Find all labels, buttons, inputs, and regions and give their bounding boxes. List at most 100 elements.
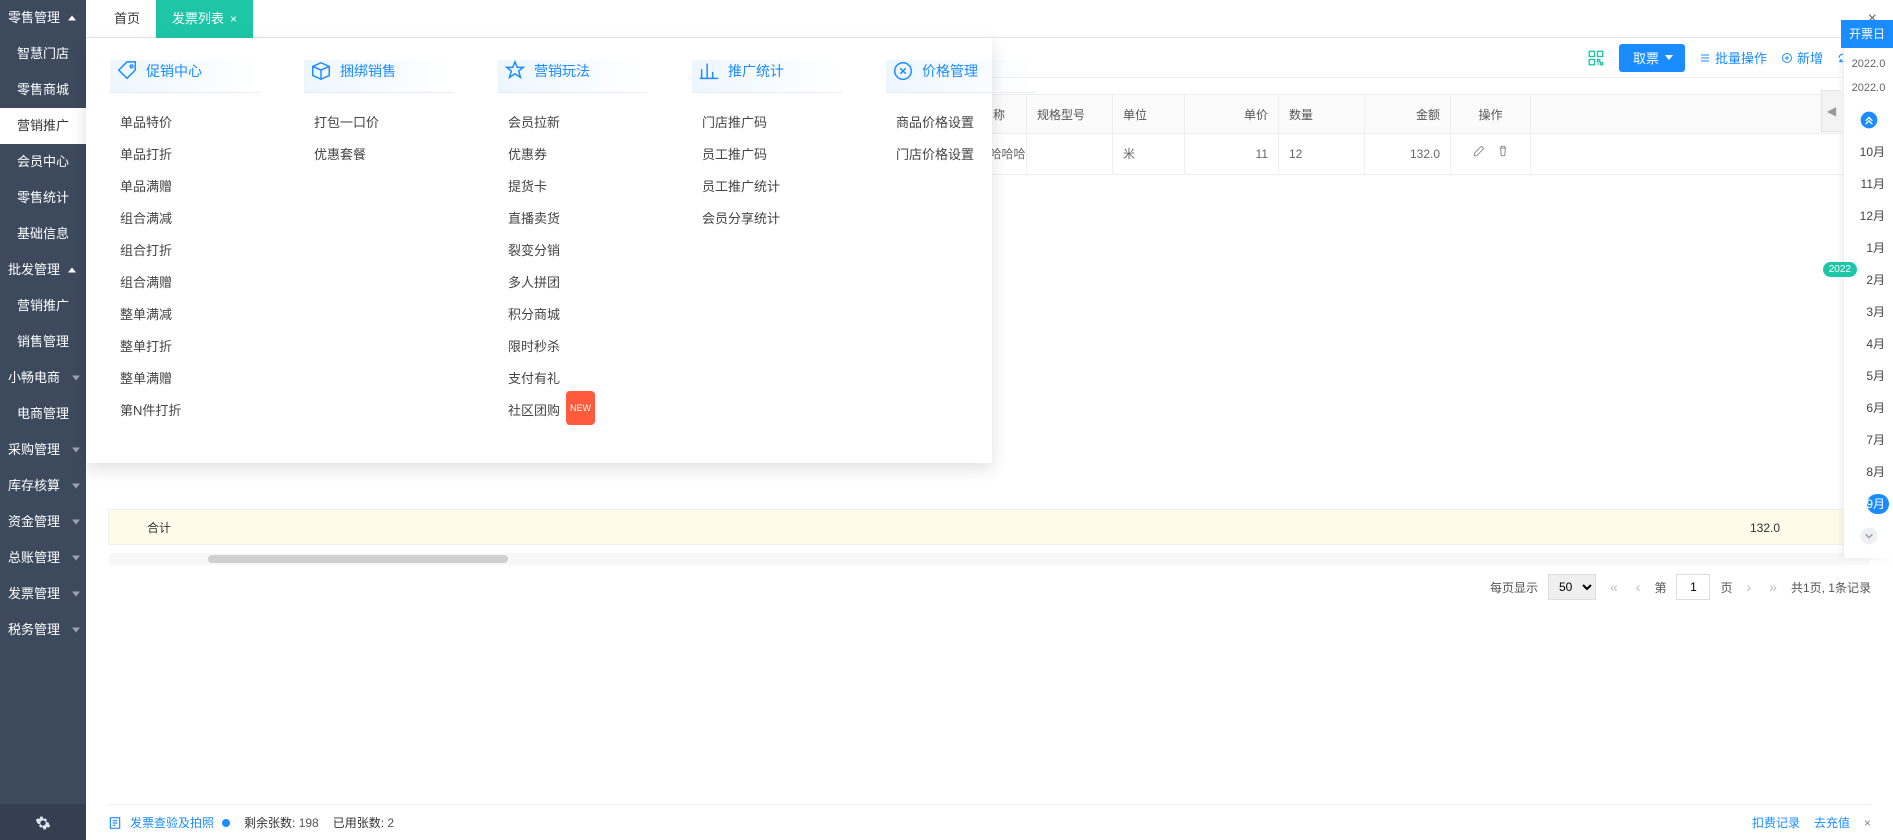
- add-link[interactable]: 新增: [1781, 48, 1823, 67]
- sidebar-section-ecomm[interactable]: 小畅电商: [0, 360, 86, 396]
- year-badge: 2022: [1823, 262, 1857, 277]
- caret-down-icon: [72, 484, 80, 489]
- cell-price: 11: [1185, 134, 1279, 174]
- mm-item[interactable]: 员工推广码: [692, 139, 842, 171]
- col-operate[interactable]: 操作: [1451, 95, 1531, 133]
- mm-item[interactable]: 裂变分销: [498, 235, 648, 267]
- mm-item[interactable]: 直播卖货: [498, 203, 648, 235]
- mm-item[interactable]: 门店价格设置: [886, 139, 1036, 171]
- sidebar-item-retail-stats[interactable]: 零售统计: [0, 180, 86, 216]
- scroll-up-icon[interactable]: [1844, 104, 1893, 136]
- col-spec[interactable]: 规格型号: [1027, 95, 1113, 133]
- sidebar-item-sales-mgmt[interactable]: 销售管理: [0, 324, 86, 360]
- month-item-active[interactable]: 9月: [1844, 488, 1893, 520]
- mm-item[interactable]: 单品满赠: [110, 171, 260, 203]
- sidebar-section-invoice[interactable]: 发票管理: [0, 576, 86, 612]
- open-invoice-date-btn[interactable]: 开票日: [1841, 20, 1893, 48]
- col-qty[interactable]: 数量: [1279, 95, 1365, 133]
- horizontal-scrollbar[interactable]: [108, 553, 1871, 565]
- tab-home[interactable]: 首页: [98, 0, 156, 38]
- sidebar-section-funds[interactable]: 资金管理: [0, 504, 86, 540]
- cell-unit: 米: [1113, 134, 1185, 174]
- mm-item[interactable]: 员工推广统计: [692, 171, 842, 203]
- qr-icon[interactable]: [1587, 49, 1605, 67]
- sidebar-item-retail-mall[interactable]: 零售商城: [0, 72, 86, 108]
- sidebar-item-smart-store[interactable]: 智慧门店: [0, 36, 86, 72]
- mm-item[interactable]: 会员分享统计: [692, 203, 842, 235]
- delete-icon[interactable]: [1496, 144, 1510, 158]
- sidebar-item-marketing[interactable]: 营销推广: [0, 108, 86, 144]
- mm-item[interactable]: 限时秒杀: [498, 331, 648, 363]
- footer-bar: 发票查验及拍照 剩余张数: 198 已用张数: 2 扣费记录 去充值 ×: [108, 804, 1871, 840]
- mm-item[interactable]: 积分商城: [498, 299, 648, 331]
- month-item[interactable]: 6月: [1844, 392, 1893, 424]
- scroll-down-icon[interactable]: [1844, 520, 1893, 552]
- mm-item[interactable]: 提货卡: [498, 171, 648, 203]
- recent-date[interactable]: 2022.0: [1844, 52, 1893, 76]
- page-first-icon[interactable]: «: [1606, 579, 1622, 595]
- right-panel-toggle[interactable]: ◀: [1821, 90, 1841, 132]
- used-value: 2: [387, 816, 394, 830]
- star-icon: [504, 60, 526, 82]
- tag-icon: [116, 60, 138, 82]
- month-item[interactable]: 12月: [1844, 200, 1893, 232]
- month-item[interactable]: 4月: [1844, 328, 1893, 360]
- tab-invoice-list[interactable]: 发票列表×: [156, 0, 253, 38]
- mm-item[interactable]: 第N件打折: [110, 395, 260, 427]
- month-item[interactable]: 7月: [1844, 424, 1893, 456]
- sidebar-item-wh-marketing[interactable]: 营销推广: [0, 288, 86, 324]
- month-item[interactable]: 1月: [1844, 232, 1893, 264]
- mm-item[interactable]: 优惠套餐: [304, 139, 454, 171]
- caret-down-icon: [72, 628, 80, 633]
- sidebar-section-inventory[interactable]: 库存核算: [0, 468, 86, 504]
- mm-item[interactable]: 单品打折: [110, 139, 260, 171]
- sidebar-item-basic-info[interactable]: 基础信息: [0, 216, 86, 252]
- mm-item[interactable]: 组合满赠: [110, 267, 260, 299]
- tab-close-icon[interactable]: ×: [230, 12, 237, 26]
- col-unit[interactable]: 单位: [1113, 95, 1185, 133]
- settings-button[interactable]: [0, 804, 86, 840]
- deduct-log-link[interactable]: 扣费记录: [1752, 814, 1800, 831]
- invoice-verify-link[interactable]: 发票查验及拍照: [108, 814, 230, 831]
- recharge-link[interactable]: 去充值: [1814, 814, 1850, 831]
- mm-item[interactable]: 整单满赠: [110, 363, 260, 395]
- sidebar-section-wholesale[interactable]: 批发管理: [0, 252, 86, 288]
- sidebar-item-ecomm-mgmt[interactable]: 电商管理: [0, 396, 86, 432]
- mm-item[interactable]: 整单满减: [110, 299, 260, 331]
- per-page-select[interactable]: 50: [1548, 574, 1596, 600]
- month-item[interactable]: 10月: [1844, 136, 1893, 168]
- page-last-icon[interactable]: »: [1765, 579, 1781, 595]
- col-price[interactable]: 单价: [1185, 95, 1279, 133]
- col-amount[interactable]: 金额: [1365, 95, 1451, 133]
- mm-item[interactable]: 组合满减: [110, 203, 260, 235]
- sidebar-section-tax[interactable]: 税务管理: [0, 612, 86, 648]
- month-item[interactable]: 5月: [1844, 360, 1893, 392]
- page-next-icon[interactable]: ›: [1743, 579, 1756, 595]
- mm-item[interactable]: 会员拉新: [498, 107, 648, 139]
- mm-item[interactable]: 组合打折: [110, 235, 260, 267]
- page-prev-icon[interactable]: ‹: [1632, 579, 1645, 595]
- page-input[interactable]: [1676, 574, 1710, 600]
- mm-item[interactable]: 优惠券: [498, 139, 648, 171]
- fetch-invoice-button[interactable]: 取票: [1619, 44, 1685, 72]
- month-item[interactable]: 8月: [1844, 456, 1893, 488]
- month-item[interactable]: 11月: [1844, 168, 1893, 200]
- scrollbar-thumb[interactable]: [208, 555, 508, 563]
- sidebar-item-member-center[interactable]: 会员中心: [0, 144, 86, 180]
- batch-ops-link[interactable]: 批量操作: [1699, 48, 1767, 67]
- sidebar-section-retail[interactable]: 零售管理: [0, 0, 86, 36]
- mm-item[interactable]: 打包一口价: [304, 107, 454, 139]
- footer-close[interactable]: ×: [1864, 816, 1871, 830]
- mm-item[interactable]: 多人拼团: [498, 267, 648, 299]
- month-item[interactable]: 3月: [1844, 296, 1893, 328]
- mm-item[interactable]: 单品特价: [110, 107, 260, 139]
- mm-item[interactable]: 商品价格设置: [886, 107, 1036, 139]
- mm-item[interactable]: 整单打折: [110, 331, 260, 363]
- mm-item[interactable]: 社区团购NEW: [498, 395, 648, 427]
- sidebar-section-purchase[interactable]: 采购管理: [0, 432, 86, 468]
- recent-date[interactable]: 2022.0: [1844, 76, 1893, 100]
- sidebar-section-ledger[interactable]: 总账管理: [0, 540, 86, 576]
- mm-item[interactable]: 门店推广码: [692, 107, 842, 139]
- plus-circle-icon: [1781, 52, 1793, 64]
- edit-icon[interactable]: [1472, 144, 1486, 158]
